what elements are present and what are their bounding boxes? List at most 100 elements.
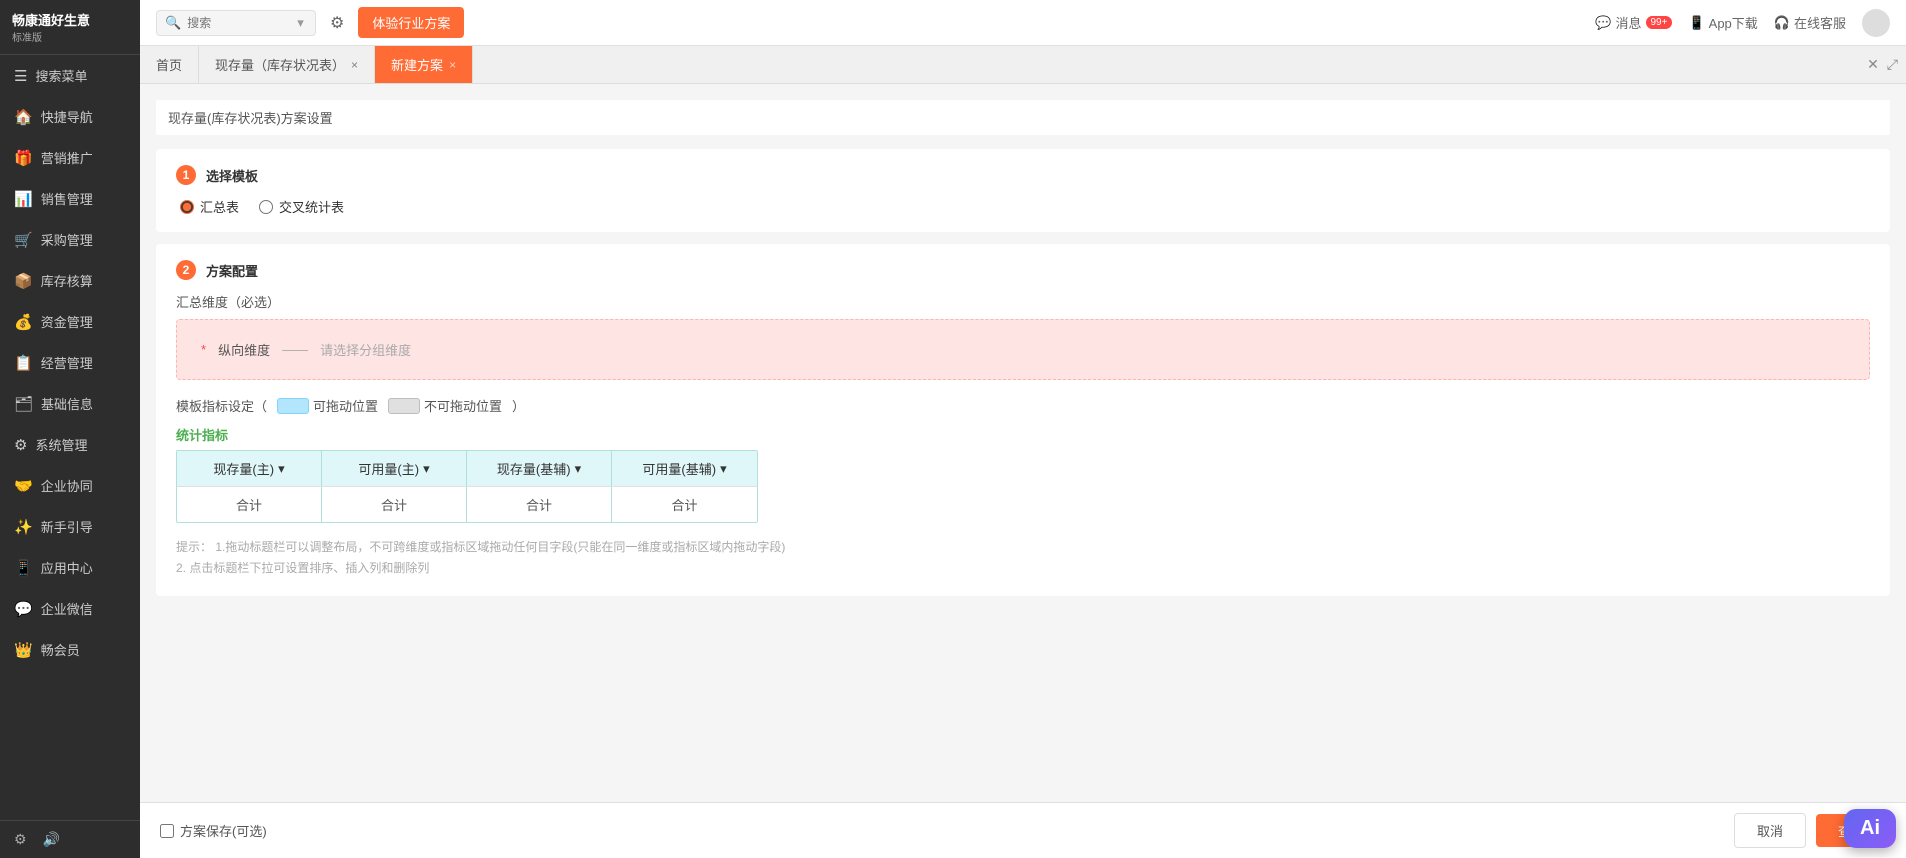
template-cross-option[interactable]: 交叉统计表 bbox=[259, 197, 344, 216]
tab-home[interactable]: 首页 bbox=[140, 46, 199, 83]
indicator-settings-label: 模板指标设定（ bbox=[176, 396, 267, 415]
audio-icon[interactable]: 🔊 bbox=[43, 831, 60, 848]
message-icon: 💬 bbox=[1595, 15, 1611, 31]
sidebar-item-system[interactable]: ⚙系统管理 bbox=[0, 424, 140, 465]
table-header-cell-1[interactable]: 可用量(主)▾ bbox=[322, 451, 467, 486]
headset-icon: 🎧 bbox=[1774, 15, 1790, 31]
header-right: 💬 消息 99+ 📱 App下载 🎧 在线客服 bbox=[1595, 9, 1890, 37]
tab-actions: ✕ ⤢ bbox=[1859, 46, 1906, 83]
indicator-table: 现存量(主)▾可用量(主)▾现存量(基辅)▾可用量(基辅)▾ 合计合计合计合计 bbox=[176, 450, 758, 523]
sidebar-item-operations[interactable]: 📋经营管理 bbox=[0, 342, 140, 383]
sidebar-label-system: 系统管理 bbox=[35, 435, 87, 454]
sidebar: 畅康通好生意 标准版 ☰搜索菜单🏠快捷导航🎁营销推广📊销售管理 🛒 采购管理 📦 库存核… bbox=[0, 0, 140, 858]
online-service-area[interactable]: 🎧 在线客服 bbox=[1774, 13, 1846, 32]
section-1-title: 选择模板 bbox=[206, 166, 258, 185]
close-tab-icon[interactable]: ✕ bbox=[1867, 56, 1879, 73]
messages-label: 消息 bbox=[1615, 13, 1641, 32]
tab-close-inventory-status[interactable]: × bbox=[351, 58, 358, 72]
tab-new-plan[interactable]: 新建方案 × bbox=[375, 46, 473, 83]
sidebar-icon-purchase: 🛒 bbox=[14, 231, 33, 249]
sidebar-icon-basic-info: 🗂 bbox=[14, 395, 33, 413]
sidebar-label-enterprise: 企业协同 bbox=[41, 476, 93, 495]
table-header-cell-3[interactable]: 可用量(基辅)▾ bbox=[612, 451, 757, 486]
indicator-settings-row: 模板指标设定（ 可拖动位置 不可拖动位置 ） 统计指标 现存量(主)▾可用量(主… bbox=[176, 396, 1870, 576]
tab-label-new-plan: 新建方案 bbox=[391, 55, 443, 74]
search-dropdown-icon[interactable]: ▾ bbox=[297, 15, 304, 31]
sidebar-item-newbie[interactable]: ✨新手引导 bbox=[0, 506, 140, 547]
ai-float-button[interactable]: Ai bbox=[1844, 809, 1896, 848]
sidebar-item-quick-nav[interactable]: 🏠快捷导航 bbox=[0, 96, 140, 137]
dimension-box[interactable]: * 纵向维度 —— 请选择分组维度 bbox=[176, 319, 1870, 380]
save-option[interactable]: 方案保存(可选) bbox=[160, 821, 267, 840]
legend-draggable: 可拖动位置 bbox=[277, 396, 378, 415]
gear-icon[interactable]: ⚙ bbox=[330, 13, 344, 33]
online-service-label: 在线客服 bbox=[1794, 13, 1846, 32]
search-input[interactable] bbox=[187, 16, 287, 30]
sidebar-item-search-menu[interactable]: ☰搜索菜单 bbox=[0, 55, 140, 96]
save-checkbox[interactable] bbox=[160, 824, 174, 838]
tabs-bar: 首页现存量（库存状况表）× 新建方案 × ✕ ⤢ bbox=[140, 46, 1906, 84]
cross-radio[interactable] bbox=[259, 200, 273, 214]
save-option-label: 方案保存(可选) bbox=[180, 821, 267, 840]
sidebar-icon-marketing: 🎁 bbox=[14, 149, 33, 167]
sidebar-label-finance: 资金管理 bbox=[41, 312, 93, 331]
sidebar-label-purchase: 采购管理 bbox=[41, 230, 93, 249]
sidebar-label-search-menu: 搜索菜单 bbox=[35, 66, 87, 85]
sidebar-label-newbie: 新手引导 bbox=[41, 517, 93, 536]
tips-row-0: 提示： 1.拖动标题栏可以调整布局，不可跨维度或指标区域拖动任何目字段(只能在同… bbox=[176, 538, 1870, 555]
search-area[interactable]: 🔍 ▾ bbox=[156, 10, 316, 36]
table-data-cell-1: 合计 bbox=[322, 487, 467, 522]
sidebar-footer: ⚙ 🔊 bbox=[0, 820, 140, 858]
summary-radio[interactable] bbox=[180, 200, 194, 214]
header-dropdown-1[interactable]: ▾ bbox=[423, 461, 430, 477]
header-label-2: 现存量(基辅) bbox=[497, 459, 571, 478]
sidebar-icon-enterprise: 🤝 bbox=[14, 477, 33, 495]
table-header-cell-2[interactable]: 现存量(基辅)▾ bbox=[467, 451, 612, 486]
app-name: 畅康通好生意 bbox=[12, 10, 128, 29]
table-data-row: 合计合计合计合计 bbox=[177, 486, 757, 522]
sidebar-item-vip[interactable]: 👑畅会员 bbox=[0, 629, 140, 670]
expand-tab-icon[interactable]: ⤢ bbox=[1887, 56, 1898, 73]
dim-arrow: —— bbox=[282, 342, 308, 357]
table-data-cell-3: 合计 bbox=[612, 487, 757, 522]
sidebar-label-basic-info: 基础信息 bbox=[41, 394, 93, 413]
sidebar-item-purchase[interactable]: 🛒 采购管理 bbox=[0, 219, 140, 260]
tab-inventory-status[interactable]: 现存量（库存状况表）× bbox=[199, 46, 375, 83]
template-summary-option[interactable]: 汇总表 bbox=[180, 197, 239, 216]
messages-area[interactable]: 💬 消息 99+ bbox=[1595, 13, 1672, 32]
sidebar-label-enterprise-wx: 企业微信 bbox=[41, 599, 93, 618]
top-header: 🔍 ▾ ⚙ 体验行业方案 💬 消息 99+ 📱 App下载 🎧 在线客服 bbox=[140, 0, 1906, 46]
sidebar-item-app-center[interactable]: 📱应用中心 bbox=[0, 547, 140, 588]
header-dropdown-3[interactable]: ▾ bbox=[720, 461, 727, 477]
sidebar-icon-inventory: 📦 bbox=[14, 272, 33, 290]
section-1-header: 1 选择模板 bbox=[176, 165, 1870, 185]
sidebar-item-inventory[interactable]: 📦 库存核算 bbox=[0, 260, 140, 301]
sidebar-item-marketing[interactable]: 🎁营销推广 bbox=[0, 137, 140, 178]
sidebar-label-inventory: 库存核算 bbox=[41, 271, 93, 290]
settings-icon[interactable]: ⚙ bbox=[14, 831, 27, 848]
cross-label: 交叉统计表 bbox=[279, 197, 344, 216]
sidebar-item-enterprise-wx[interactable]: 💬企业微信 bbox=[0, 588, 140, 629]
sidebar-item-sales[interactable]: 📊销售管理 bbox=[0, 178, 140, 219]
search-icon: 🔍 bbox=[165, 15, 181, 31]
trial-button[interactable]: 体验行业方案 bbox=[358, 7, 464, 38]
sidebar-item-finance[interactable]: 💰资金管理 bbox=[0, 301, 140, 342]
header-label-1: 可用量(主) bbox=[358, 459, 419, 478]
header-dropdown-2[interactable]: ▾ bbox=[575, 461, 582, 477]
sidebar-item-enterprise[interactable]: 🤝 企业协同 bbox=[0, 465, 140, 506]
table-header-cell-0[interactable]: 现存量(主)▾ bbox=[177, 451, 322, 486]
draggable-box bbox=[277, 398, 309, 414]
app-version: 标准版 bbox=[12, 29, 128, 44]
sidebar-icon-quick-nav: 🏠 bbox=[14, 108, 33, 126]
cancel-button[interactable]: 取消 bbox=[1734, 813, 1806, 848]
tab-close-new-plan[interactable]: × bbox=[449, 58, 456, 72]
content-area: 现存量(库存状况表)方案设置 1 选择模板 汇总表 交叉统计表 2 bbox=[140, 84, 1906, 802]
user-avatar[interactable] bbox=[1862, 9, 1890, 37]
legend-draggable-label: 可拖动位置 bbox=[313, 396, 378, 415]
header-label-3: 可用量(基辅) bbox=[642, 459, 716, 478]
sidebar-item-basic-info[interactable]: 🗂 基础信息 bbox=[0, 383, 140, 424]
app-download-area[interactable]: 📱 App下载 bbox=[1688, 13, 1757, 32]
sidebar-label-app-center: 应用中心 bbox=[41, 558, 93, 577]
section-1-card: 1 选择模板 汇总表 交叉统计表 bbox=[156, 149, 1890, 232]
header-dropdown-0[interactable]: ▾ bbox=[278, 461, 285, 477]
